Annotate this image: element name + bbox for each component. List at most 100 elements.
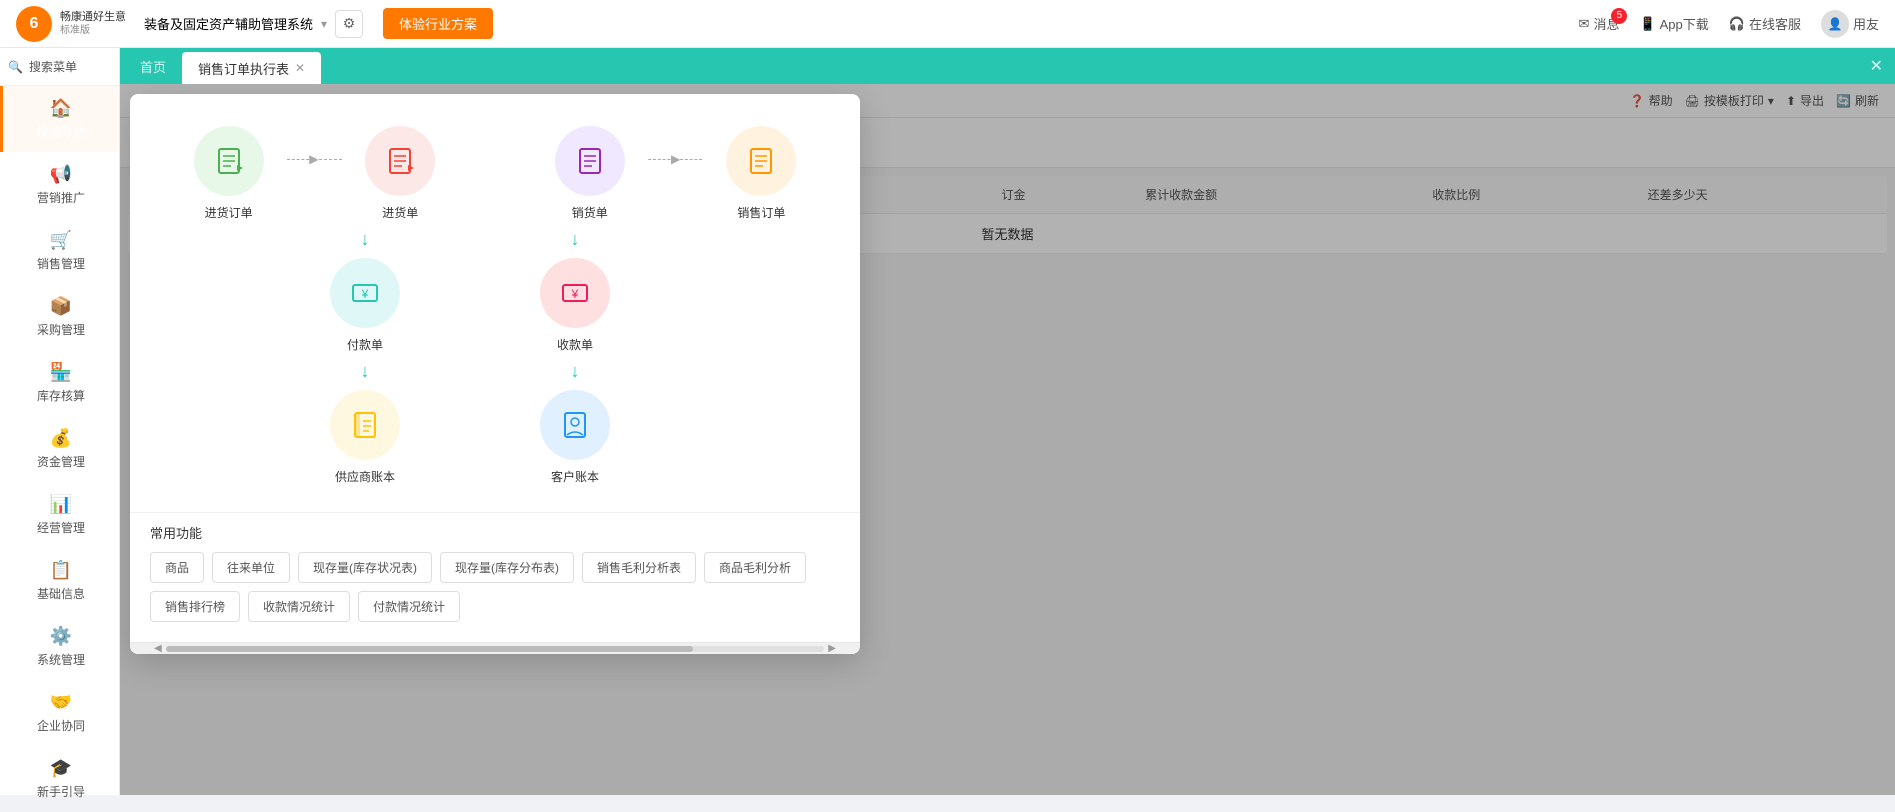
func-btn-sales-ranking[interactable]: 销售排行榜 xyxy=(150,591,240,622)
func-btn-stock-status[interactable]: 现存量(库存状况表) xyxy=(298,552,432,583)
common-funcs-area: 常用功能 商品 往来单位 现存量(库存状况表) 现存量(库存分布表) 销售毛利分… xyxy=(130,512,860,642)
flow-node-customer-ledger: 客户账本 xyxy=(510,390,640,485)
flow-node-purchase-bill: 进货单 xyxy=(342,126,459,221)
func-btns-row2: 销售排行榜 收款情况统计 付款情况统计 xyxy=(150,591,840,622)
arrow-right-icon: ▶ xyxy=(309,152,318,166)
func-btn-stock-dist[interactable]: 现存量(库存分布表) xyxy=(440,552,574,583)
logo-area: 6 畅康通好生意 标准版 xyxy=(16,6,136,42)
avatar: 👤 xyxy=(1821,10,1849,38)
content-area: 首页 销售订单执行表 ✕ ✕ ❓ 帮助 🖨 按模板打印 ▾ xyxy=(120,48,1895,795)
sidebar-item-quick-nav[interactable]: 🏠 快捷导航 xyxy=(0,86,119,152)
logo-icon: 6 xyxy=(16,6,52,42)
down-arrow-sales-icon: ↓ xyxy=(571,229,580,250)
sidebar-item-enterprise[interactable]: 🤝 企业协同 xyxy=(0,680,119,746)
flow-node-sales-bill: 销货单 xyxy=(531,126,648,221)
modal-scrollbar: ◀ ▶ xyxy=(130,642,860,654)
settings-button[interactable]: ⚙ xyxy=(335,10,363,38)
sales-bill-label: 销货单 xyxy=(572,204,608,221)
handshake-icon: 🤝 xyxy=(50,692,72,713)
message-button[interactable]: ✉ 消息 5 xyxy=(1579,14,1620,33)
payment-label: 付款单 xyxy=(347,336,383,353)
sidebar: 🔍 搜索菜单 🏠 快捷导航 📢 营销推广 🛒 销售管理 📦 采购管理 🏪 库存核… xyxy=(0,48,120,795)
phone-icon: 📱 xyxy=(1639,16,1655,32)
func-btn-partner[interactable]: 往来单位 xyxy=(212,552,290,583)
customer-ledger-label: 客户账本 xyxy=(551,468,599,485)
user-menu[interactable]: 👤 用友 xyxy=(1821,10,1879,38)
flow-node-sales-order: 销售订单 xyxy=(703,126,820,221)
online-service-button[interactable]: 🎧 在线客服 xyxy=(1729,14,1801,33)
system-title: 装备及固定资产辅助管理系统 ▾ ⚙ 体验行业方案 xyxy=(144,8,1579,39)
arrow-down-sales: ↓ xyxy=(510,229,640,250)
arrow-down-payment: ↓ xyxy=(300,361,430,382)
sales-bill-circle[interactable] xyxy=(555,126,625,196)
tab-close-icon[interactable]: ✕ xyxy=(295,61,305,75)
arrow-left-icon: ▶ xyxy=(672,152,681,166)
tab-home[interactable]: 首页 xyxy=(124,48,182,84)
sales-order-icon xyxy=(745,145,777,177)
scrollbar-track[interactable] xyxy=(166,646,825,652)
purchase-order-circle[interactable] xyxy=(194,126,264,196)
customer-ledger-icon xyxy=(559,409,591,441)
flow-row-1: 进货订单 ▶ xyxy=(170,126,820,221)
sales-order-label: 销售订单 xyxy=(737,204,785,221)
sidebar-item-inventory[interactable]: 🏪 库存核算 xyxy=(0,350,119,416)
sidebar-item-newbie[interactable]: 🎓 新手引导 xyxy=(0,746,119,812)
sales-order-circle[interactable] xyxy=(726,126,796,196)
receipt-icon: ¥ xyxy=(559,277,591,309)
search-icon: 🔍 xyxy=(8,60,23,74)
money-icon: 💰 xyxy=(50,428,72,449)
graduate-icon: 🎓 xyxy=(50,758,72,779)
sidebar-item-finance[interactable]: 💰 资金管理 xyxy=(0,416,119,482)
down-arrow-receipt-icon: ↓ xyxy=(571,361,580,382)
sidebar-item-purchase[interactable]: 📦 采购管理 xyxy=(0,284,119,350)
sidebar-item-system[interactable]: ⚙️ 系统管理 xyxy=(0,614,119,680)
message-icon: ✉ xyxy=(1579,16,1590,32)
main-layout: 🔍 搜索菜单 🏠 快捷导航 📢 营销推广 🛒 销售管理 📦 采购管理 🏪 库存核… xyxy=(0,48,1895,795)
func-btn-product[interactable]: 商品 xyxy=(150,552,204,583)
flow-node-receipt: ¥ 收款单 xyxy=(510,258,640,353)
purchase-bill-circle[interactable] xyxy=(365,126,435,196)
purchase-order-icon xyxy=(213,145,245,177)
purchase-bill-label: 进货单 xyxy=(382,204,418,221)
customer-ledger-circle[interactable] xyxy=(540,390,610,460)
func-btn-product-profit[interactable]: 商品毛利分析 xyxy=(704,552,806,583)
down-arrow-payment-icon: ↓ xyxy=(361,361,370,382)
header-right: ✉ 消息 5 📱 App下载 🎧 在线客服 👤 用友 xyxy=(1579,10,1879,38)
tab-bar: 首页 销售订单执行表 ✕ ✕ xyxy=(120,48,1895,84)
page-content: ❓ 帮助 🖨 按模板打印 ▾ ⬆ 导出 🔄 刷新 xyxy=(120,84,1895,795)
payment-circle[interactable]: ¥ xyxy=(330,258,400,328)
func-btns-row1: 商品 往来单位 现存量(库存状况表) 现存量(库存分布表) 销售毛利分析表 商品… xyxy=(150,552,840,583)
tab-sales-order-exec[interactable]: 销售订单执行表 ✕ xyxy=(182,52,321,84)
sidebar-item-business[interactable]: 📊 经营管理 xyxy=(0,482,119,548)
sidebar-item-marketing[interactable]: 📢 营销推广 xyxy=(0,152,119,218)
cart-icon: 🛒 xyxy=(50,230,72,251)
func-btn-receipt-stats[interactable]: 收款情况统计 xyxy=(248,591,350,622)
box-icon: 📦 xyxy=(50,296,72,317)
search-menu-button[interactable]: 🔍 搜索菜单 xyxy=(0,48,119,86)
flow-row-arrows2: ↓ ↓ xyxy=(170,361,820,382)
scroll-right-button[interactable]: ▶ xyxy=(824,643,840,654)
sidebar-item-sales[interactable]: 🛒 销售管理 xyxy=(0,218,119,284)
receipt-circle[interactable]: ¥ xyxy=(540,258,610,328)
sidebar-item-basic[interactable]: 📋 基础信息 xyxy=(0,548,119,614)
arrow-down-purchase: ↓ xyxy=(300,229,430,250)
app-download-button[interactable]: 📱 App下载 xyxy=(1639,14,1708,33)
supplier-ledger-label: 供应商账本 xyxy=(335,468,395,485)
logo-text: 畅康通好生意 标准版 xyxy=(60,10,126,37)
svg-text:¥: ¥ xyxy=(571,287,579,301)
scroll-left-button[interactable]: ◀ xyxy=(150,643,166,654)
sales-bill-icon xyxy=(574,145,606,177)
clipboard-icon: 📋 xyxy=(50,560,72,581)
trial-button[interactable]: 体验行业方案 xyxy=(383,8,493,39)
supplier-ledger-circle[interactable] xyxy=(330,390,400,460)
common-funcs-title: 常用功能 xyxy=(150,523,840,542)
flow-node-purchase-order: 进货订单 xyxy=(170,126,287,221)
chart-icon: 📊 xyxy=(50,494,72,515)
func-btn-payment-stats[interactable]: 付款情况统计 xyxy=(358,591,460,622)
func-btn-sales-profit[interactable]: 销售毛利分析表 xyxy=(582,552,696,583)
gear-icon: ⚙️ xyxy=(50,626,72,647)
dropdown-arrow-icon[interactable]: ▾ xyxy=(321,17,327,31)
arrow-purchase-order-to-bill: ▶ xyxy=(287,159,341,160)
close-all-tabs-button[interactable]: ✕ xyxy=(1862,56,1891,76)
scrollbar-thumb xyxy=(166,646,693,652)
